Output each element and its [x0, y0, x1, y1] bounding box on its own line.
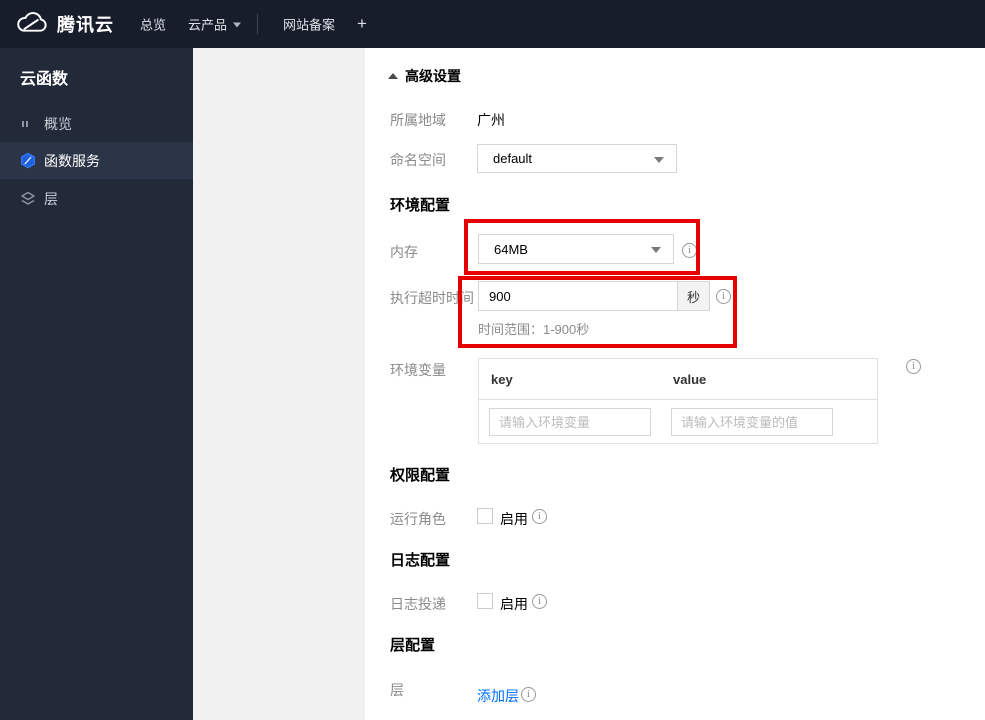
layer-label: 层: [390, 682, 404, 698]
namespace-select[interactable]: default: [477, 144, 677, 173]
env-vars-header-row: key value: [479, 359, 877, 400]
region-label: 所属地域: [390, 112, 446, 128]
env-value-header: value: [673, 372, 707, 387]
advanced-settings-toggle[interactable]: 高级设置: [388, 66, 461, 86]
nav-item-beian[interactable]: 网站备案: [283, 15, 335, 34]
env-key-header: key: [491, 372, 513, 387]
nav-item-label: 总览: [140, 17, 167, 33]
nav-item-overview[interactable]: 总览: [140, 15, 166, 34]
env-key-input[interactable]: [489, 408, 651, 436]
memory-select[interactable]: 64MB: [478, 234, 674, 264]
log-delivery-label: 日志投递: [390, 596, 446, 612]
dashboard-grid-icon: [20, 116, 36, 132]
timeout-info-icon[interactable]: [716, 289, 731, 304]
sidebar-item-label: 层: [44, 190, 58, 207]
sidebar-title: 云函数: [20, 71, 69, 88]
log-delivery-checkbox[interactable]: [477, 593, 493, 609]
env-vars-table: key value: [478, 358, 878, 444]
sidebar-item-function-service[interactable]: 函数服务: [0, 142, 193, 179]
add-tab-button[interactable]: +: [357, 14, 367, 34]
sidebar-item-label: 函数服务: [44, 152, 100, 169]
secondary-panel: [193, 48, 365, 720]
triangle-down-icon: [654, 157, 664, 163]
run-role-label: 运行角色: [390, 511, 446, 527]
timeout-unit: 秒: [678, 281, 710, 311]
run-role-checkbox[interactable]: [477, 508, 493, 524]
tencent-cloud-console: 腾讯云 总览 云产品 网站备案 + 云函数 概览 函数服务 层 高级设置 所属地…: [0, 0, 985, 720]
brand-logo[interactable]: 腾讯云: [16, 11, 114, 37]
sidebar-item-label: 概览: [44, 115, 72, 132]
region-value: 广州: [477, 112, 505, 128]
section-log-config: 日志配置: [390, 552, 451, 569]
sidebar-item-overview[interactable]: 概览: [0, 105, 193, 142]
advanced-settings-label: 高级设置: [405, 68, 461, 84]
brand-name: 腾讯云: [57, 15, 114, 35]
timeout-input[interactable]: [478, 281, 678, 311]
chevron-down-icon: [233, 22, 242, 28]
memory-label: 内存: [390, 244, 418, 260]
timeout-label: 执行超时时间: [390, 290, 474, 306]
add-layer-link[interactable]: 添加层: [477, 686, 519, 706]
env-value-input[interactable]: [671, 408, 833, 436]
section-permission-config: 权限配置: [390, 467, 451, 484]
nav-divider: [257, 14, 258, 34]
layer-info-icon[interactable]: [521, 687, 536, 702]
sidebar: 云函数 概览 函数服务 层: [0, 48, 193, 720]
function-config-form: 高级设置 所属地域 广州 命名空间 default 环境配置 内存 64MB 执…: [365, 48, 985, 720]
log-delivery-enable-label: 启用: [500, 596, 528, 612]
run-role-info-icon[interactable]: [532, 509, 547, 524]
namespace-label: 命名空间: [390, 152, 446, 168]
nav-item-products[interactable]: 云产品: [188, 15, 242, 34]
section-layer-config: 层配置: [390, 637, 436, 654]
memory-info-icon[interactable]: [682, 243, 697, 258]
env-vars-label: 环境变量: [390, 362, 446, 378]
nav-item-label: 网站备案: [283, 17, 336, 33]
sidebar-item-layers[interactable]: 层: [0, 180, 193, 217]
triangle-down-icon: [651, 247, 661, 253]
top-navbar: 腾讯云 总览 云产品 网站备案 +: [0, 0, 985, 48]
namespace-selected-value: default: [493, 151, 533, 166]
section-env-config: 环境配置: [390, 197, 451, 214]
env-vars-info-icon[interactable]: [906, 359, 921, 374]
layers-icon: [20, 191, 36, 207]
memory-selected-value: 64MB: [494, 241, 528, 257]
run-role-enable-label: 启用: [500, 511, 528, 527]
env-vars-input-row: [479, 400, 877, 445]
timeout-range-hint: 时间范围：1-900秒: [478, 322, 590, 337]
nav-item-label: 云产品: [188, 17, 228, 33]
function-hexagon-icon: [20, 152, 36, 169]
log-delivery-info-icon[interactable]: [532, 594, 547, 609]
cloud-logo-icon: [17, 12, 47, 32]
triangle-up-icon: [388, 73, 398, 79]
